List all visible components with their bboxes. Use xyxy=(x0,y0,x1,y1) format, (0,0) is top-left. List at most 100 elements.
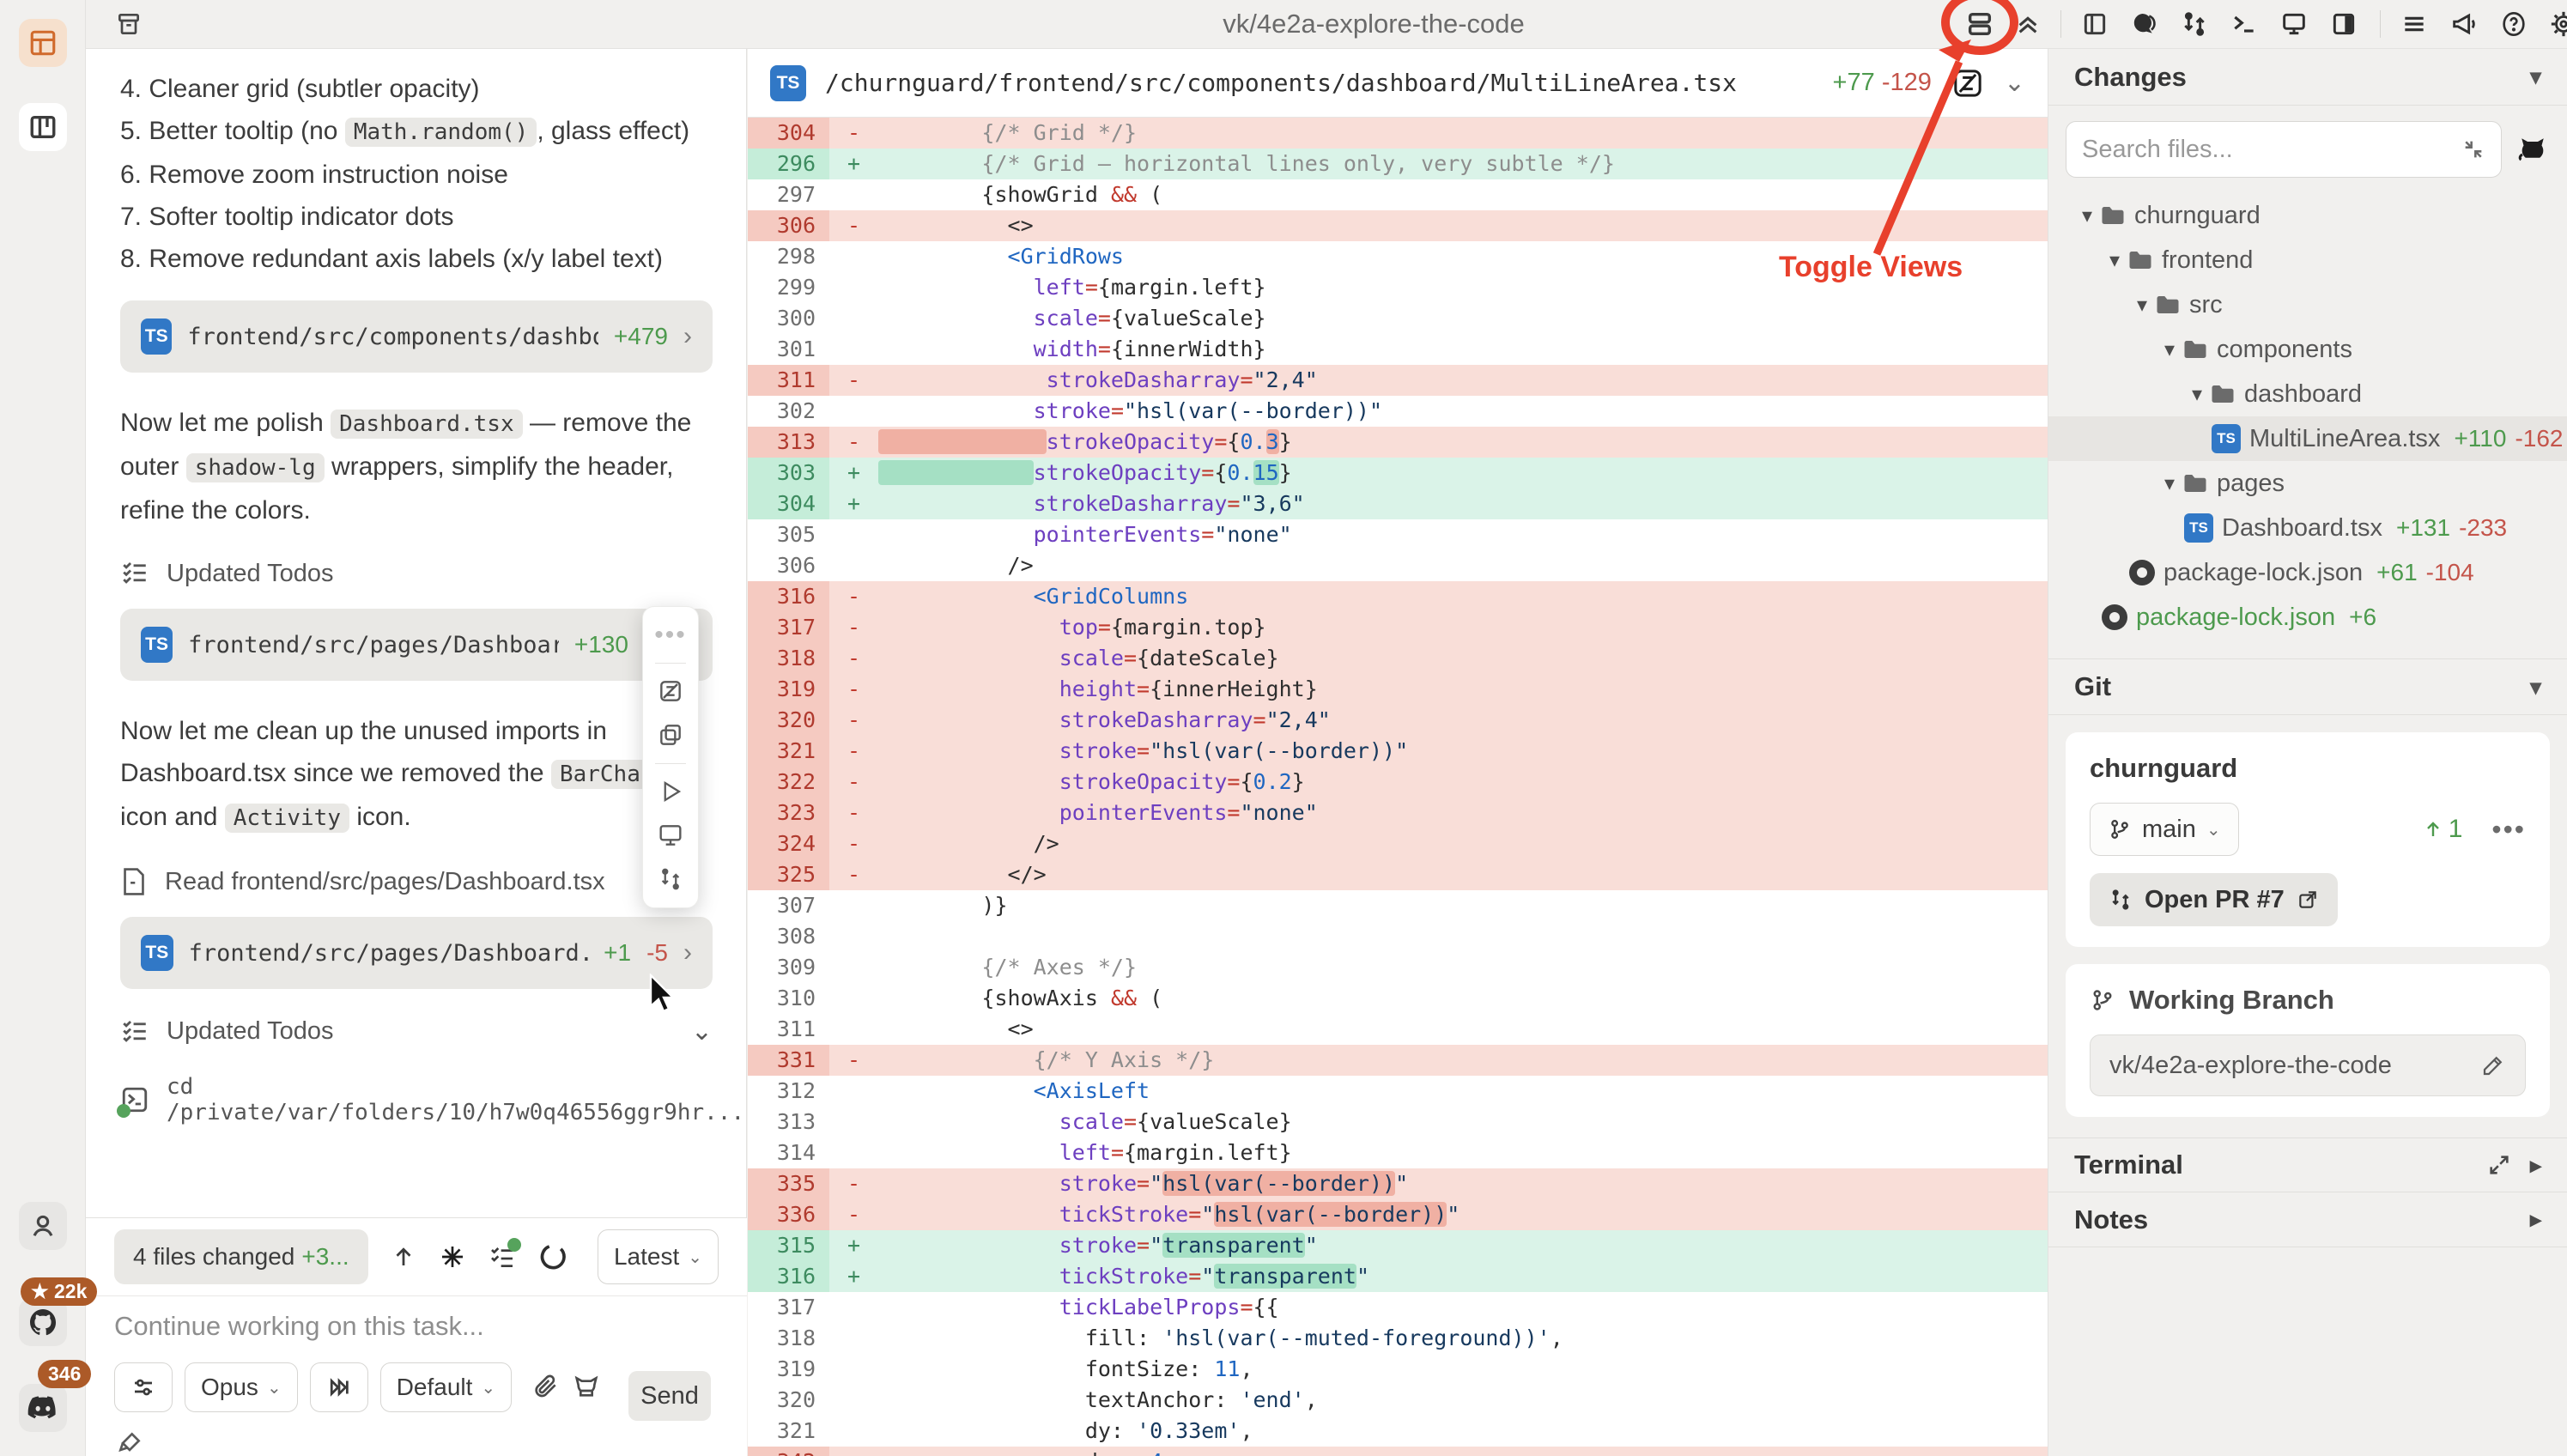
typescript-file-icon: TS xyxy=(2212,424,2241,453)
additions-count: +130 xyxy=(574,631,628,658)
terminal-command-text: cd /private/var/folders/10/h7w0q46556ggr… xyxy=(167,1074,744,1125)
file-change-chip[interactable]: TS frontend/src/pages/Dashboar... +130 -… xyxy=(120,609,713,681)
play-icon[interactable] xyxy=(651,773,690,811)
open-pr-button[interactable]: Open PR #7 xyxy=(2090,873,2338,926)
version-dropdown[interactable]: Latest ⌄ xyxy=(598,1229,719,1284)
chat-bubble-icon[interactable] xyxy=(2126,7,2163,41)
file-change-chip[interactable]: TS frontend/src/pages/Dashboard.tsx +1 -… xyxy=(120,917,713,989)
commits-ahead[interactable]: 1 xyxy=(2423,815,2463,844)
code-text: {showGrid && ( xyxy=(878,179,2048,210)
branch-dropdown[interactable]: main ⌄ xyxy=(2090,803,2239,856)
archive-icon[interactable] xyxy=(110,7,148,41)
monitor-icon[interactable] xyxy=(2275,7,2313,41)
diff-line: 335- stroke="hsl(var(--border))" xyxy=(748,1168,2048,1199)
changes-section-header[interactable]: Changes ▾ xyxy=(2048,49,2567,106)
message-input[interactable]: Continue working on this task... xyxy=(114,1311,484,1342)
diff-sign: - xyxy=(829,1168,878,1199)
chevron-down-icon[interactable]: ⌄ xyxy=(691,1016,713,1046)
send-button[interactable]: Send xyxy=(628,1371,711,1421)
tree-item-name: src xyxy=(2189,291,2223,319)
spark-icon[interactable] xyxy=(439,1243,466,1271)
edit-pencil-icon[interactable] xyxy=(2480,1053,2506,1078)
updated-todos-row[interactable]: Updated Todos ⌄ xyxy=(120,1016,713,1046)
diff-sign: - xyxy=(829,1447,878,1456)
updated-todos-row[interactable]: Updated Todos xyxy=(120,559,713,588)
panel-right-icon[interactable] xyxy=(2325,7,2363,41)
account-button[interactable] xyxy=(19,1202,67,1250)
file-change-chip[interactable]: TS frontend/src/components/dashboa... +4… xyxy=(120,300,713,373)
scroll-up-icon[interactable] xyxy=(391,1243,416,1271)
additions-count: +479 xyxy=(614,323,668,350)
megaphone-icon[interactable] xyxy=(2445,7,2483,41)
chevron-down-icon[interactable]: ⌄ xyxy=(2004,68,2025,98)
diff-sign xyxy=(829,550,878,581)
more-options-icon[interactable]: ••• xyxy=(2491,814,2526,846)
model-label: Opus xyxy=(201,1374,258,1401)
copy-icon[interactable] xyxy=(651,716,690,755)
working-branch-input[interactable]: vk/4e2a-explore-the-code xyxy=(2090,1034,2526,1096)
board-tab-button[interactable] xyxy=(19,103,67,151)
terminal-icon[interactable] xyxy=(2225,7,2263,41)
model-dropdown[interactable]: Opus ⌄ xyxy=(185,1362,298,1412)
tree-item-dashboard[interactable]: ▾dashboard xyxy=(2048,372,2567,416)
tree-item-churnguard[interactable]: ▾churnguard xyxy=(2048,193,2567,238)
discord-button[interactable] xyxy=(19,1384,67,1432)
tree-item-components[interactable]: ▾components xyxy=(2048,327,2567,372)
git-title: Git xyxy=(2074,671,2111,702)
composer-settings-button[interactable] xyxy=(114,1362,173,1412)
tree-item-pages[interactable]: ▾pages xyxy=(2048,461,2567,506)
git-section-header[interactable]: Git ▾ xyxy=(2048,658,2567,715)
panel-left-icon[interactable] xyxy=(2076,7,2114,41)
menu-icon[interactable] xyxy=(2395,7,2433,41)
diff-line: 317 tickLabelProps={{ xyxy=(748,1292,2048,1323)
terminal-section-header[interactable]: Terminal ▸ xyxy=(2048,1138,2567,1192)
code-text: )} xyxy=(878,890,2048,921)
code-text: textAnchor: 'end', xyxy=(878,1385,2048,1416)
diff-mode-icon[interactable] xyxy=(1951,66,1985,100)
app-window: ★ 22k 346 vk/4e2a-explore-the-code xyxy=(0,0,2567,1456)
mode-dropdown[interactable]: Default ⌄ xyxy=(380,1362,512,1412)
git-compare-icon[interactable] xyxy=(2176,7,2213,41)
skip-forward-button[interactable] xyxy=(310,1362,368,1412)
code-text: /> xyxy=(878,828,2048,859)
additions-count: +131 xyxy=(2396,514,2450,542)
tree-item-dashboard-tsx[interactable]: TSDashboard.tsx+131-233 xyxy=(2048,506,2567,550)
tree-item-name: MultiLineArea.tsx xyxy=(2249,425,2440,453)
layout-tab-button[interactable] xyxy=(19,19,67,67)
cat-icon[interactable] xyxy=(2515,134,2550,165)
more-options-icon[interactable]: ••• xyxy=(651,616,690,654)
toggle-views-button[interactable] xyxy=(1961,7,1999,41)
git-compare-icon[interactable] xyxy=(651,860,690,899)
folder-icon xyxy=(2100,204,2126,227)
collapse-all-icon[interactable] xyxy=(2009,7,2047,41)
caret-right-icon[interactable]: ▸ xyxy=(2530,1206,2541,1233)
tree-item-src[interactable]: ▾src xyxy=(2048,282,2567,327)
caret-right-icon[interactable]: ▸ xyxy=(2530,1152,2541,1179)
tree-item-multilinearea-tsx[interactable]: TSMultiLineArea.tsx+110-162 xyxy=(2048,416,2567,461)
attach-icon[interactable] xyxy=(532,1374,560,1401)
edit-diff-icon[interactable] xyxy=(651,672,690,711)
search-files-input[interactable]: Search files... xyxy=(2066,121,2502,178)
line-number: 296 xyxy=(748,149,829,179)
files-changed-pill[interactable]: 4 files changed +3... xyxy=(114,1229,368,1284)
expand-icon[interactable] xyxy=(2487,1153,2511,1177)
terminal-command-row[interactable]: cd /private/var/folders/10/h7w0q46556ggr… xyxy=(120,1074,713,1125)
highlighter-icon[interactable] xyxy=(114,1429,145,1456)
annotation-label: Toggle Views xyxy=(1779,251,1963,284)
cat-icon[interactable] xyxy=(572,1374,601,1401)
search-placeholder: Search files... xyxy=(2082,136,2233,164)
tree-item-package-lock-json[interactable]: package-lock.json+61-104 xyxy=(2048,550,2567,595)
monitor-icon[interactable] xyxy=(651,816,690,855)
line-number: 306 xyxy=(748,550,829,581)
settings-gear-icon[interactable] xyxy=(2545,7,2567,41)
tree-item-frontend[interactable]: ▾frontend xyxy=(2048,238,2567,282)
collapse-tree-icon[interactable] xyxy=(2461,137,2485,161)
tree-item-name: pages xyxy=(2217,470,2285,498)
help-icon[interactable] xyxy=(2495,7,2533,41)
read-file-row[interactable]: Read frontend/src/pages/Dashboard.tsx xyxy=(120,867,713,896)
notes-section-header[interactable]: Notes ▸ xyxy=(2048,1192,2567,1247)
tree-item-package-lock-json[interactable]: package-lock.json+6 xyxy=(2048,595,2567,640)
diff-sign: - xyxy=(829,736,878,767)
todos-icon[interactable] xyxy=(489,1243,516,1271)
code-text: dy: '0.33em', xyxy=(878,1416,2048,1447)
